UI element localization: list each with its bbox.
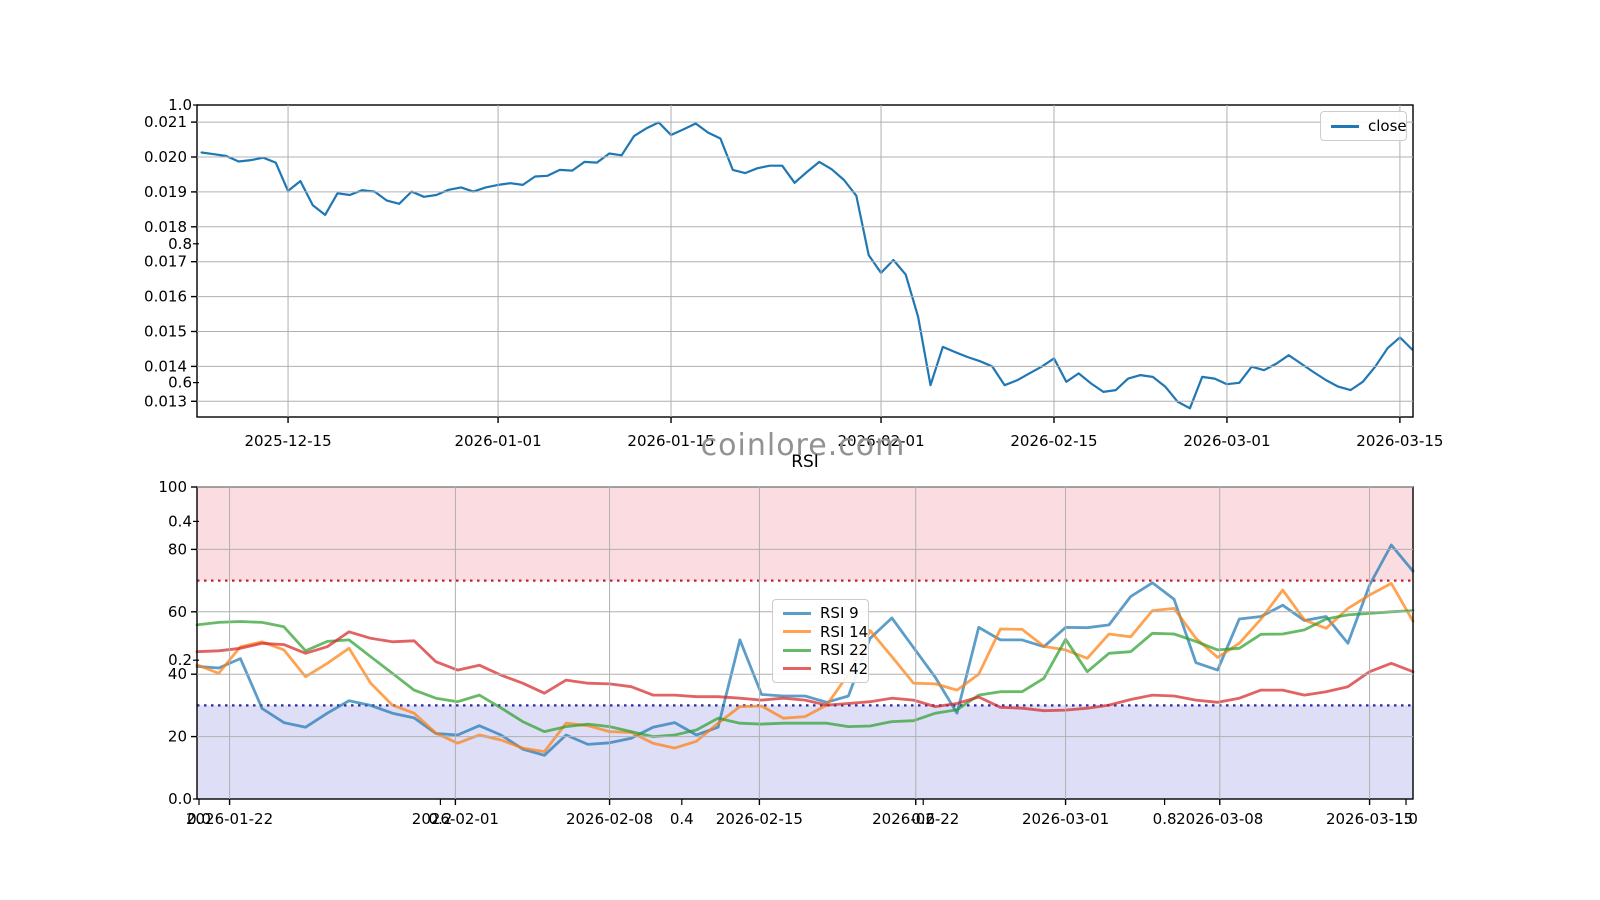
x-tick-label: 2026-03-01 bbox=[1183, 432, 1270, 450]
y-tick-label: 20 bbox=[168, 728, 187, 746]
y-tick-label: 0.021 bbox=[144, 113, 187, 131]
legend-row-rsi42: RSI 42 bbox=[783, 660, 868, 679]
price-panel bbox=[196, 104, 1414, 418]
hidden-x-tick-label: 0.4 bbox=[670, 810, 694, 828]
legend-row-rsi14: RSI 14 bbox=[783, 623, 868, 642]
hidden-x-tick-label: 0.8 bbox=[1153, 810, 1177, 828]
overbought-band bbox=[197, 487, 1413, 581]
rsi42-legend-label: RSI 42 bbox=[820, 659, 869, 678]
rsi42-line-swatch bbox=[783, 667, 811, 671]
y-tick-label: 0.018 bbox=[144, 218, 187, 236]
rsi-legend: RSI 9 RSI 14 RSI 22 RSI 42 bbox=[772, 599, 869, 683]
x-tick-label: 2026-01-01 bbox=[454, 432, 541, 450]
legend-row-rsi22: RSI 22 bbox=[783, 641, 868, 660]
x-tick-label: 2026-02-15 bbox=[1010, 432, 1097, 450]
y-tick-label: 0.017 bbox=[144, 253, 187, 271]
x-tick-label: 2026-02-15 bbox=[716, 810, 803, 828]
close-legend-label: close bbox=[1368, 117, 1407, 135]
legend-row-rsi9: RSI 9 bbox=[783, 604, 859, 623]
y-tick-label: 80 bbox=[168, 540, 187, 558]
rsi22-line-swatch bbox=[783, 648, 811, 652]
figure: 0.021 0.020 0.019 0.018 0.017 0.016 0.015 0.014… bbox=[0, 0, 1600, 900]
close-line bbox=[200, 121, 1414, 410]
hidden-x-tick-label: 0.0 bbox=[187, 810, 211, 828]
rsi14-legend-label: RSI 14 bbox=[820, 622, 869, 641]
hidden-y-tick-label: 0.8 bbox=[168, 235, 192, 253]
rsi9-legend-label: RSI 9 bbox=[820, 604, 859, 623]
x-tick-label: 2026-03-08 bbox=[1176, 810, 1263, 828]
price-axis-labels: 0.0210.0200.0190.0180.0170.0160.0150.014… bbox=[144, 113, 1443, 450]
hidden-x-tick-label: 0.6 bbox=[911, 810, 935, 828]
hidden-x-tick-label: 1.0 bbox=[1394, 810, 1418, 828]
y-tick-label: 100 bbox=[158, 478, 187, 496]
close-line-swatch bbox=[1331, 124, 1359, 128]
price-grid bbox=[197, 105, 1413, 417]
rsi-panel-title: RSI bbox=[791, 452, 819, 472]
x-tick-label: 2026-02-01 bbox=[412, 810, 499, 828]
hidden-y-tick-label: 0.0 bbox=[168, 790, 192, 808]
y-tick-label: 0.016 bbox=[144, 288, 187, 306]
rsi9-line-swatch bbox=[783, 611, 811, 615]
hidden-y-tick-label: 0.6 bbox=[168, 374, 192, 392]
price-legend: close bbox=[1320, 111, 1407, 141]
rsi22-legend-label: RSI 22 bbox=[820, 641, 869, 660]
x-tick-label: 2026-03-01 bbox=[1022, 810, 1109, 828]
y-tick-label: 0.019 bbox=[144, 183, 187, 201]
y-tick-label: 0.013 bbox=[144, 392, 187, 410]
rsi14-line-swatch bbox=[783, 630, 811, 634]
price-axes-frame bbox=[196, 104, 1414, 418]
hidden-y-tick-label: 0.2 bbox=[168, 651, 192, 669]
oversold-band bbox=[197, 705, 1413, 799]
hidden-y-tick-label: 0.4 bbox=[168, 512, 192, 530]
hidden-y-tick-label: 1.0 bbox=[168, 96, 192, 114]
legend-row-close: close bbox=[1331, 116, 1407, 136]
y-tick-label: 0.015 bbox=[144, 322, 187, 340]
x-tick-label: 2026-03-15 bbox=[1356, 432, 1443, 450]
x-tick-label: 2026-02-08 bbox=[566, 810, 653, 828]
y-tick-label: 60 bbox=[168, 603, 187, 621]
y-tick-label: 0.020 bbox=[144, 148, 187, 166]
x-tick-label: 2025-12-15 bbox=[244, 432, 331, 450]
hidden-x-tick-label: 0.2 bbox=[428, 810, 452, 828]
